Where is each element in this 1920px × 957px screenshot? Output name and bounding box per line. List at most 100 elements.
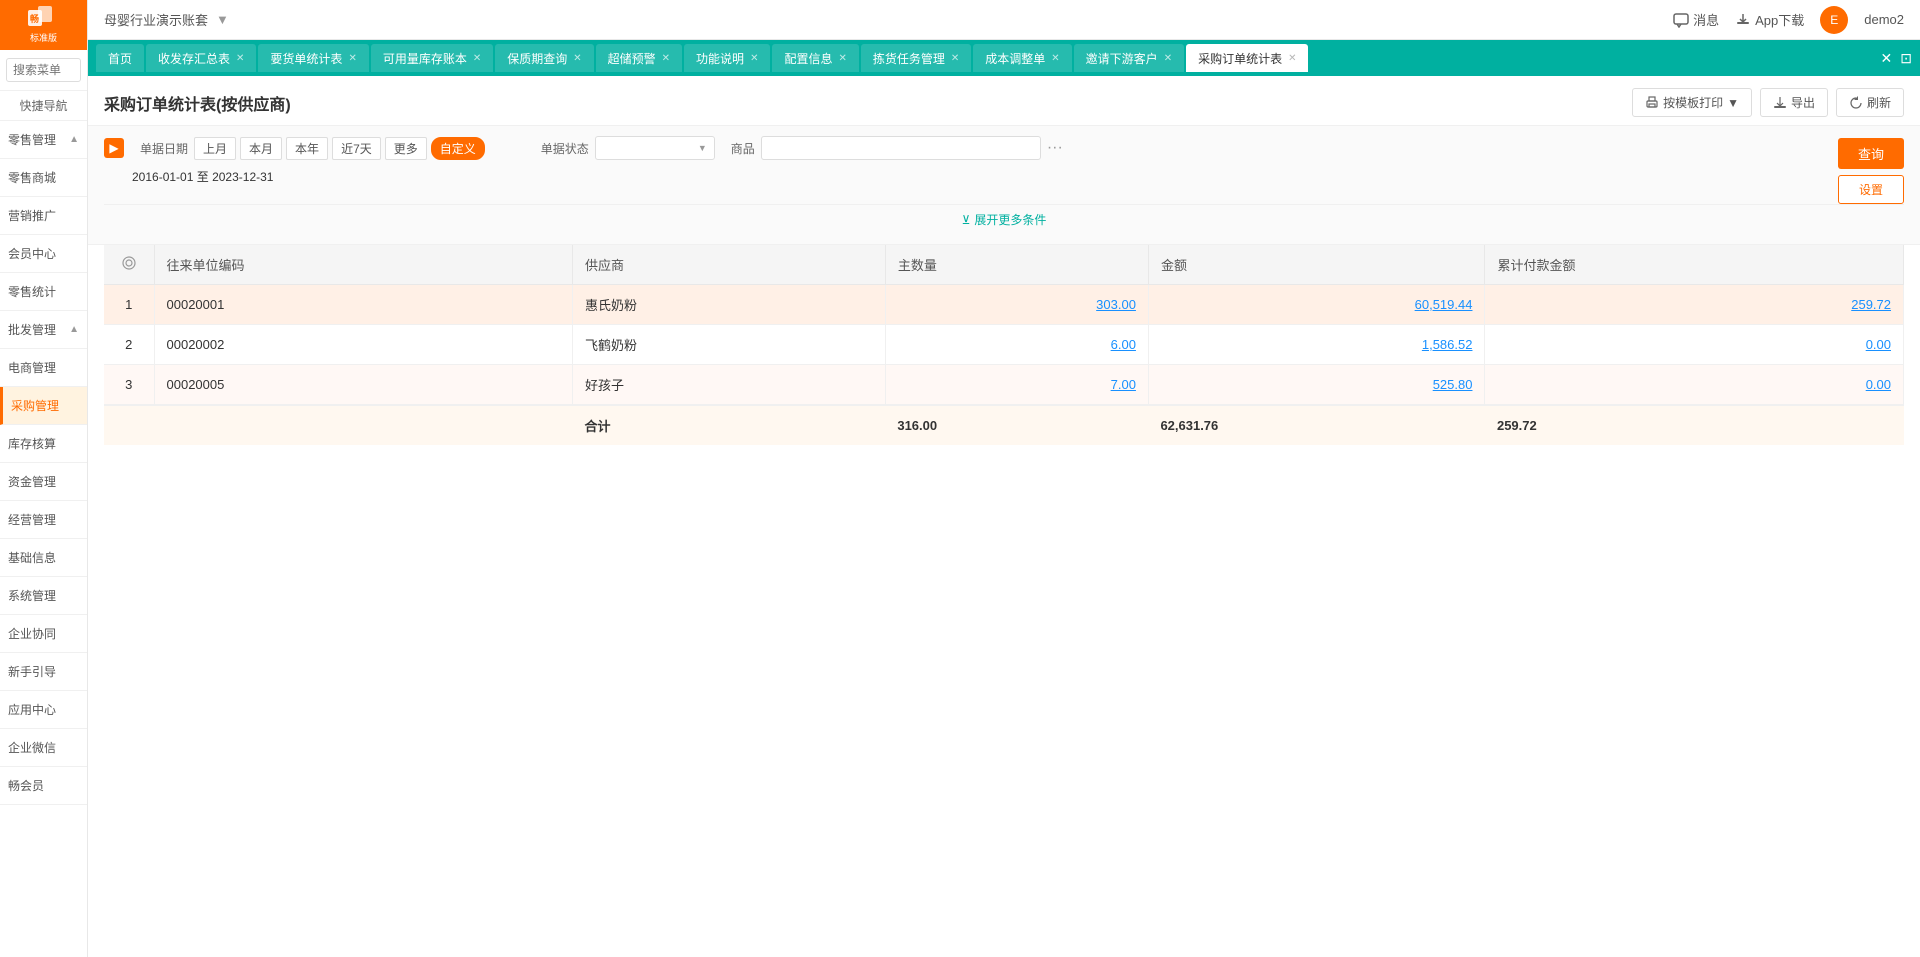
page-content: 采购订单统计表(按供应商) 按模板打印 ▼ 导出 刷新: [88, 76, 1920, 957]
row-amount: 525.80: [1148, 365, 1485, 406]
row-no: 1: [104, 285, 154, 325]
tab-maximize-icon[interactable]: ⊡: [1900, 50, 1912, 67]
quantity-link[interactable]: 6.00: [1111, 337, 1136, 352]
tab-receive-summary[interactable]: 收发存汇总表 ✕: [146, 44, 256, 72]
print-dropdown-icon[interactable]: ▼: [1727, 96, 1739, 110]
export-button[interactable]: 导出: [1760, 88, 1828, 117]
tab-label: 要货单统计表: [270, 50, 342, 67]
table-row[interactable]: 1 00020001 惠氏奶粉 303.00 60,519.44 259.72: [104, 285, 1904, 325]
sidebar-item-enterprise[interactable]: 企业协同: [0, 615, 87, 653]
close-icon[interactable]: ✕: [573, 53, 581, 64]
avatar[interactable]: E: [1820, 6, 1848, 34]
table-row[interactable]: 3 00020005 好孩子 7.00 525.80 0.00: [104, 365, 1904, 406]
close-icon[interactable]: ✕: [750, 53, 758, 64]
sidebar-item-inventory[interactable]: 库存核算: [0, 425, 87, 463]
expand-more-btn[interactable]: ⊻ 展开更多条件: [104, 204, 1904, 234]
message-button[interactable]: 消息: [1673, 10, 1719, 29]
sidebar-item-purchase[interactable]: 采购管理: [0, 387, 87, 425]
sidebar-item-basic-info[interactable]: 基础信息: [0, 539, 87, 577]
shortcut-7days[interactable]: 近7天: [332, 137, 381, 160]
topbar-left: 母婴行业演示账套 ▼: [104, 10, 229, 29]
sidebar-item-wholesale[interactable]: 批发管理 ▲: [0, 311, 87, 349]
filter-toggle-icon[interactable]: ▶: [104, 138, 124, 158]
sidebar-item-wechat[interactable]: 企业微信: [0, 729, 87, 767]
sidebar-item-app-center[interactable]: 应用中心: [0, 691, 87, 729]
sidebar-item-ecommerce[interactable]: 电商管理: [0, 349, 87, 387]
close-icon[interactable]: ✕: [1164, 53, 1172, 64]
sidebar-nav-label[interactable]: 快捷导航: [0, 91, 87, 121]
paid-link[interactable]: 259.72: [1851, 297, 1891, 312]
close-icon[interactable]: ✕: [236, 53, 244, 64]
sidebar-item-member[interactable]: 畅会员: [0, 767, 87, 805]
tab-available-inventory[interactable]: 可用量库存账本 ✕: [371, 44, 493, 72]
print-button[interactable]: 按模板打印 ▼: [1632, 88, 1752, 117]
paid-link[interactable]: 0.00: [1866, 337, 1891, 352]
tab-home[interactable]: 首页: [96, 44, 144, 72]
tab-purchase-order-stats[interactable]: 采购订单统计表 ✕: [1186, 44, 1308, 72]
tab-config[interactable]: 配置信息 ✕: [772, 44, 858, 72]
close-icon[interactable]: ✕: [1288, 53, 1296, 64]
sidebar-item-label: 会员中心: [8, 245, 56, 262]
svg-text:畅: 畅: [30, 13, 39, 24]
sidebar-item-system[interactable]: 系统管理: [0, 577, 87, 615]
sidebar-item-member-center[interactable]: 会员中心: [0, 235, 87, 273]
filter-main-row: ▶ 单据日期 上月 本月 本年 近7天 更多 自定义: [104, 136, 1904, 204]
tab-pick-task[interactable]: 拣货任务管理 ✕: [861, 44, 971, 72]
sidebar-item-label: 电商管理: [8, 359, 56, 376]
shortcut-this-month[interactable]: 本月: [240, 137, 282, 160]
tab-overstock[interactable]: 超储预警 ✕: [596, 44, 682, 72]
sidebar-item-operation[interactable]: 经营管理: [0, 501, 87, 539]
filter-area: ▶ 单据日期 上月 本月 本年 近7天 更多 自定义: [88, 126, 1920, 245]
amount-link[interactable]: 1,586.52: [1422, 337, 1473, 352]
dropdown-icon[interactable]: ▼: [216, 12, 229, 27]
sidebar-item-retail-management[interactable]: 零售管理 ▲: [0, 121, 87, 159]
paid-link[interactable]: 0.00: [1866, 377, 1891, 392]
query-button[interactable]: 查询: [1838, 138, 1904, 169]
row-quantity: 303.00: [885, 285, 1148, 325]
tab-label: 配置信息: [784, 50, 832, 67]
tab-invite-customer[interactable]: 邀请下游客户 ✕: [1074, 44, 1184, 72]
amount-link[interactable]: 525.80: [1433, 377, 1473, 392]
close-icon[interactable]: ✕: [662, 53, 670, 64]
tab-close-all-icon[interactable]: ✕: [1881, 50, 1893, 67]
close-icon[interactable]: ✕: [951, 53, 959, 64]
shortcut-custom[interactable]: 自定义: [431, 137, 485, 160]
more-options-icon[interactable]: ···: [1047, 139, 1063, 157]
close-icon[interactable]: ✕: [348, 53, 356, 64]
table-row[interactable]: 2 00020002 飞鹤奶粉 6.00 1,586.52 0.00: [104, 325, 1904, 365]
sidebar-item-retail-shop[interactable]: 零售商城: [0, 159, 87, 197]
sidebar-item-retail-stats[interactable]: 零售统计: [0, 273, 87, 311]
quantity-link[interactable]: 303.00: [1096, 297, 1136, 312]
tab-function-desc[interactable]: 功能说明 ✕: [684, 44, 770, 72]
settings-icon[interactable]: [121, 255, 137, 271]
close-icon[interactable]: ✕: [838, 53, 846, 64]
shortcut-this-year[interactable]: 本年: [286, 137, 328, 160]
filter-goods-group: 商品 ···: [731, 136, 1063, 160]
app-download-button[interactable]: App下载: [1735, 10, 1804, 29]
logo: 畅 标准版: [0, 0, 88, 50]
status-select[interactable]: [595, 136, 715, 160]
sidebar-item-label: 零售统计: [8, 283, 56, 300]
goods-input[interactable]: [761, 136, 1041, 160]
search-input[interactable]: [6, 58, 81, 82]
row-paid: 0.00: [1485, 325, 1904, 365]
quantity-link[interactable]: 7.00: [1111, 377, 1136, 392]
sidebar-item-guide[interactable]: 新手引导: [0, 653, 87, 691]
sidebar-item-marketing[interactable]: 营销推广: [0, 197, 87, 235]
tab-cost-adjust[interactable]: 成本调整单 ✕: [973, 44, 1071, 72]
table-wrapper: 往来单位编码 供应商 主数量 金额 累计付款金额 1 00020001 惠氏奶粉…: [88, 245, 1920, 445]
page-header: 采购订单统计表(按供应商) 按模板打印 ▼ 导出 刷新: [88, 76, 1920, 126]
sidebar-item-finance[interactable]: 资金管理: [0, 463, 87, 501]
row-amount: 60,519.44: [1148, 285, 1485, 325]
amount-link[interactable]: 60,519.44: [1415, 297, 1473, 312]
tab-order-stats[interactable]: 要货单统计表 ✕: [258, 44, 368, 72]
tab-label: 保质期查询: [507, 50, 567, 67]
settings-button[interactable]: 设置: [1838, 175, 1904, 204]
close-icon[interactable]: ✕: [1051, 53, 1059, 64]
tab-expiry[interactable]: 保质期查询 ✕: [495, 44, 593, 72]
refresh-button[interactable]: 刷新: [1836, 88, 1904, 117]
shortcut-last-month[interactable]: 上月: [194, 137, 236, 160]
close-icon[interactable]: ✕: [473, 53, 481, 64]
row-supplier: 飞鹤奶粉: [572, 325, 885, 365]
shortcut-more[interactable]: 更多: [385, 137, 427, 160]
